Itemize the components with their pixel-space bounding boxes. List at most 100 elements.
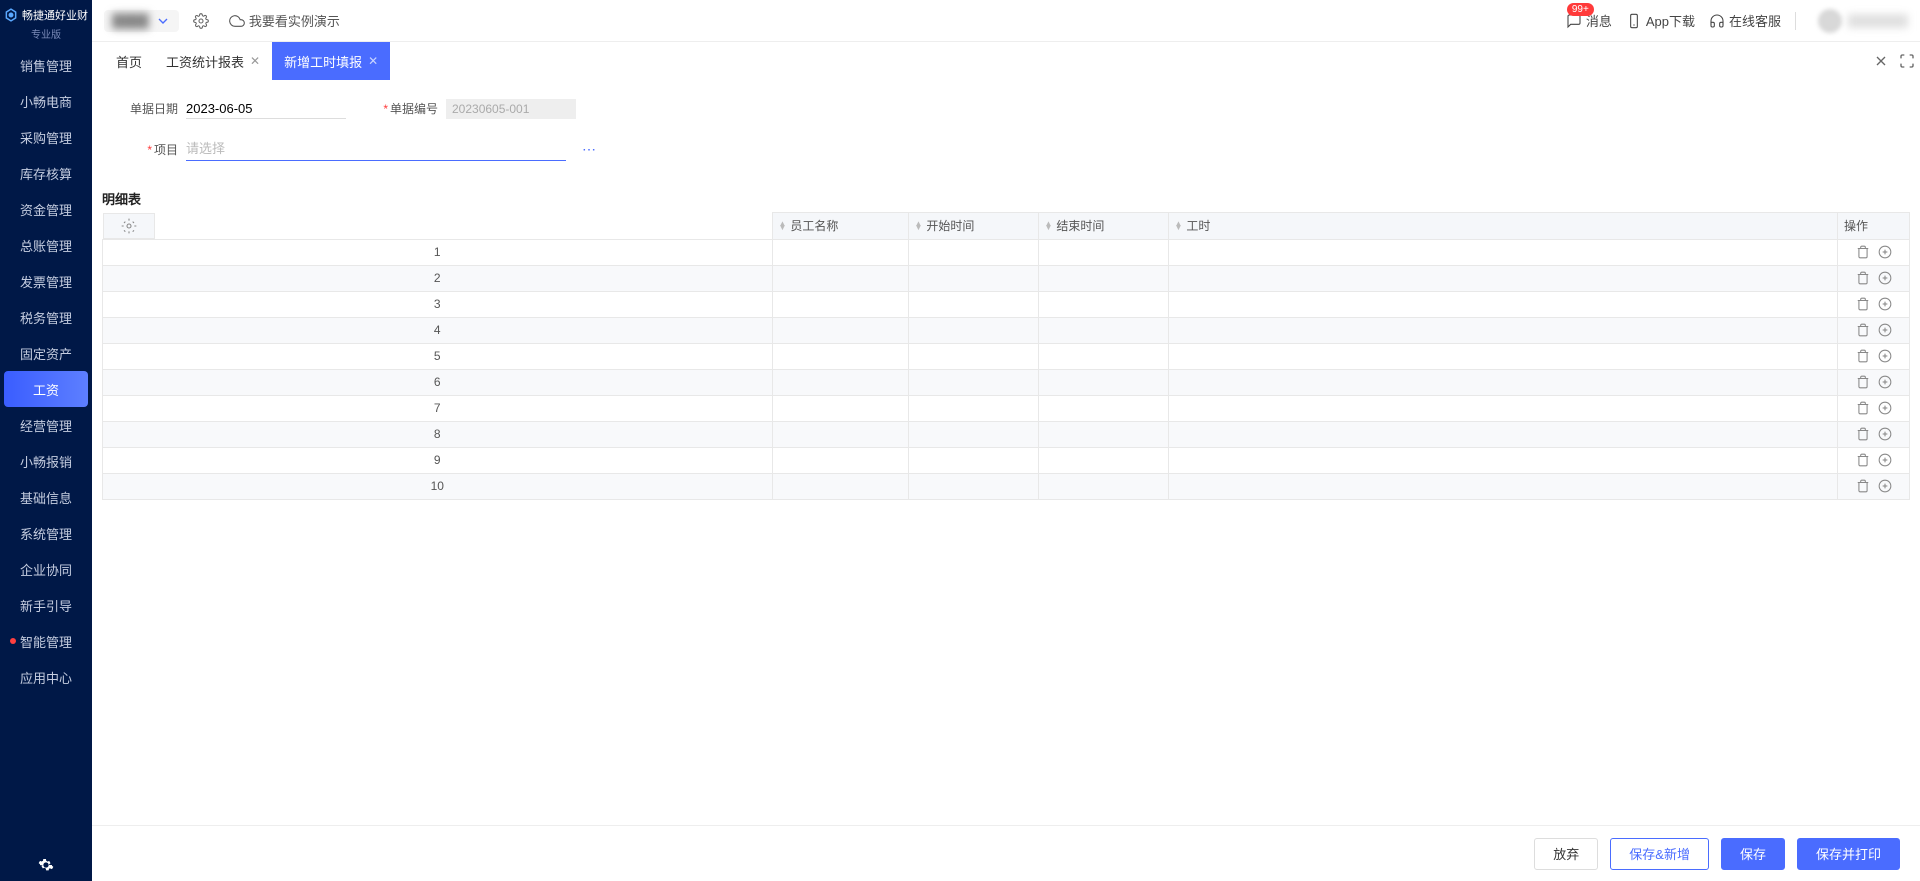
cell-start[interactable] <box>908 369 1038 395</box>
cell-end[interactable] <box>1038 447 1168 473</box>
save-print-button[interactable]: 保存并打印 <box>1797 838 1900 870</box>
sidebar-item-9[interactable]: 工资 <box>4 371 88 407</box>
sidebar-item-10[interactable]: 经营管理 <box>0 407 92 443</box>
delete-row-icon[interactable] <box>1856 401 1870 415</box>
add-row-icon[interactable] <box>1878 323 1892 337</box>
org-selector[interactable]: ████ <box>104 10 179 32</box>
demo-link[interactable]: 我要看实例演示 <box>229 11 340 30</box>
cell-start[interactable] <box>908 265 1038 291</box>
cell-start[interactable] <box>908 291 1038 317</box>
cell-emp[interactable] <box>772 239 908 265</box>
discard-button[interactable]: 放弃 <box>1534 838 1598 870</box>
project-input[interactable] <box>186 137 566 161</box>
cell-hours[interactable] <box>1168 265 1838 291</box>
cell-start[interactable] <box>908 343 1038 369</box>
add-row-icon[interactable] <box>1878 453 1892 467</box>
sidebar-item-14[interactable]: 企业协同 <box>0 551 92 587</box>
sidebar-settings[interactable] <box>0 849 92 881</box>
delete-row-icon[interactable] <box>1856 375 1870 389</box>
col-emp[interactable]: ▲▼员工名称 <box>772 213 908 240</box>
cell-emp[interactable] <box>772 473 908 499</box>
col-start[interactable]: ▲▼开始时间 <box>908 213 1038 240</box>
cell-hours[interactable] <box>1168 369 1838 395</box>
sidebar-item-17[interactable]: 应用中心 <box>0 659 92 695</box>
add-row-icon[interactable] <box>1878 375 1892 389</box>
cell-end[interactable] <box>1038 369 1168 395</box>
app-download-button[interactable]: App下载 <box>1626 11 1695 30</box>
fullscreen-button[interactable] <box>1894 48 1920 74</box>
col-hours[interactable]: ▲▼工时 <box>1168 213 1838 240</box>
sidebar-item-8[interactable]: 固定资产 <box>0 335 92 371</box>
user-menu[interactable] <box>1818 9 1908 33</box>
tab-0[interactable]: 首页 <box>104 42 154 80</box>
cell-end[interactable] <box>1038 343 1168 369</box>
cell-start[interactable] <box>908 395 1038 421</box>
cell-start[interactable] <box>908 421 1038 447</box>
cell-emp[interactable] <box>772 291 908 317</box>
cell-hours[interactable] <box>1168 421 1838 447</box>
cell-hours[interactable] <box>1168 395 1838 421</box>
delete-row-icon[interactable] <box>1856 453 1870 467</box>
cell-end[interactable] <box>1038 317 1168 343</box>
sidebar-item-4[interactable]: 资金管理 <box>0 191 92 227</box>
cell-start[interactable] <box>908 473 1038 499</box>
cell-start[interactable] <box>908 239 1038 265</box>
col-end[interactable]: ▲▼结束时间 <box>1038 213 1168 240</box>
col-settings[interactable] <box>103 213 155 239</box>
delete-row-icon[interactable] <box>1856 297 1870 311</box>
add-row-icon[interactable] <box>1878 349 1892 363</box>
tab-close-all[interactable] <box>1868 48 1894 74</box>
delete-row-icon[interactable] <box>1856 349 1870 363</box>
add-row-icon[interactable] <box>1878 297 1892 311</box>
cell-hours[interactable] <box>1168 291 1838 317</box>
cell-hours[interactable] <box>1168 473 1838 499</box>
sidebar-item-3[interactable]: 库存核算 <box>0 155 92 191</box>
tab-2[interactable]: 新增工时填报✕ <box>272 42 390 80</box>
tab-close-icon[interactable]: ✕ <box>250 54 260 68</box>
cell-hours[interactable] <box>1168 343 1838 369</box>
date-value[interactable] <box>186 101 362 116</box>
cell-emp[interactable] <box>772 447 908 473</box>
tab-1[interactable]: 工资统计报表✕ <box>154 42 272 80</box>
sidebar-item-15[interactable]: 新手引导 <box>0 587 92 623</box>
sidebar-item-12[interactable]: 基础信息 <box>0 479 92 515</box>
add-row-icon[interactable] <box>1878 427 1892 441</box>
cell-emp[interactable] <box>772 395 908 421</box>
sidebar-item-6[interactable]: 发票管理 <box>0 263 92 299</box>
sidebar-item-1[interactable]: 小畅电商 <box>0 83 92 119</box>
cell-end[interactable] <box>1038 421 1168 447</box>
sidebar-item-7[interactable]: 税务管理 <box>0 299 92 335</box>
project-picker-button[interactable]: ⋯ <box>582 141 598 158</box>
delete-row-icon[interactable] <box>1856 271 1870 285</box>
settings-button[interactable] <box>189 9 213 33</box>
cell-end[interactable] <box>1038 395 1168 421</box>
delete-row-icon[interactable] <box>1856 479 1870 493</box>
add-row-icon[interactable] <box>1878 401 1892 415</box>
save-new-button[interactable]: 保存&新增 <box>1610 838 1709 870</box>
add-row-icon[interactable] <box>1878 245 1892 259</box>
delete-row-icon[interactable] <box>1856 427 1870 441</box>
date-input[interactable] <box>186 98 346 119</box>
delete-row-icon[interactable] <box>1856 323 1870 337</box>
cell-hours[interactable] <box>1168 447 1838 473</box>
tab-close-icon[interactable]: ✕ <box>368 54 378 68</box>
cell-hours[interactable] <box>1168 317 1838 343</box>
save-button[interactable]: 保存 <box>1721 838 1785 870</box>
add-row-icon[interactable] <box>1878 479 1892 493</box>
sidebar-item-13[interactable]: 系统管理 <box>0 515 92 551</box>
cell-emp[interactable] <box>772 265 908 291</box>
cell-end[interactable] <box>1038 291 1168 317</box>
cell-start[interactable] <box>908 447 1038 473</box>
cell-emp[interactable] <box>772 369 908 395</box>
cell-end[interactable] <box>1038 473 1168 499</box>
cell-start[interactable] <box>908 317 1038 343</box>
messages-button[interactable]: 消息 99+ <box>1566 11 1612 30</box>
cell-hours[interactable] <box>1168 239 1838 265</box>
cell-emp[interactable] <box>772 343 908 369</box>
sidebar-item-0[interactable]: 销售管理 <box>0 47 92 83</box>
sidebar-item-16[interactable]: 智能管理 <box>0 623 92 659</box>
add-row-icon[interactable] <box>1878 271 1892 285</box>
cell-end[interactable] <box>1038 265 1168 291</box>
cell-emp[interactable] <box>772 421 908 447</box>
sidebar-item-2[interactable]: 采购管理 <box>0 119 92 155</box>
